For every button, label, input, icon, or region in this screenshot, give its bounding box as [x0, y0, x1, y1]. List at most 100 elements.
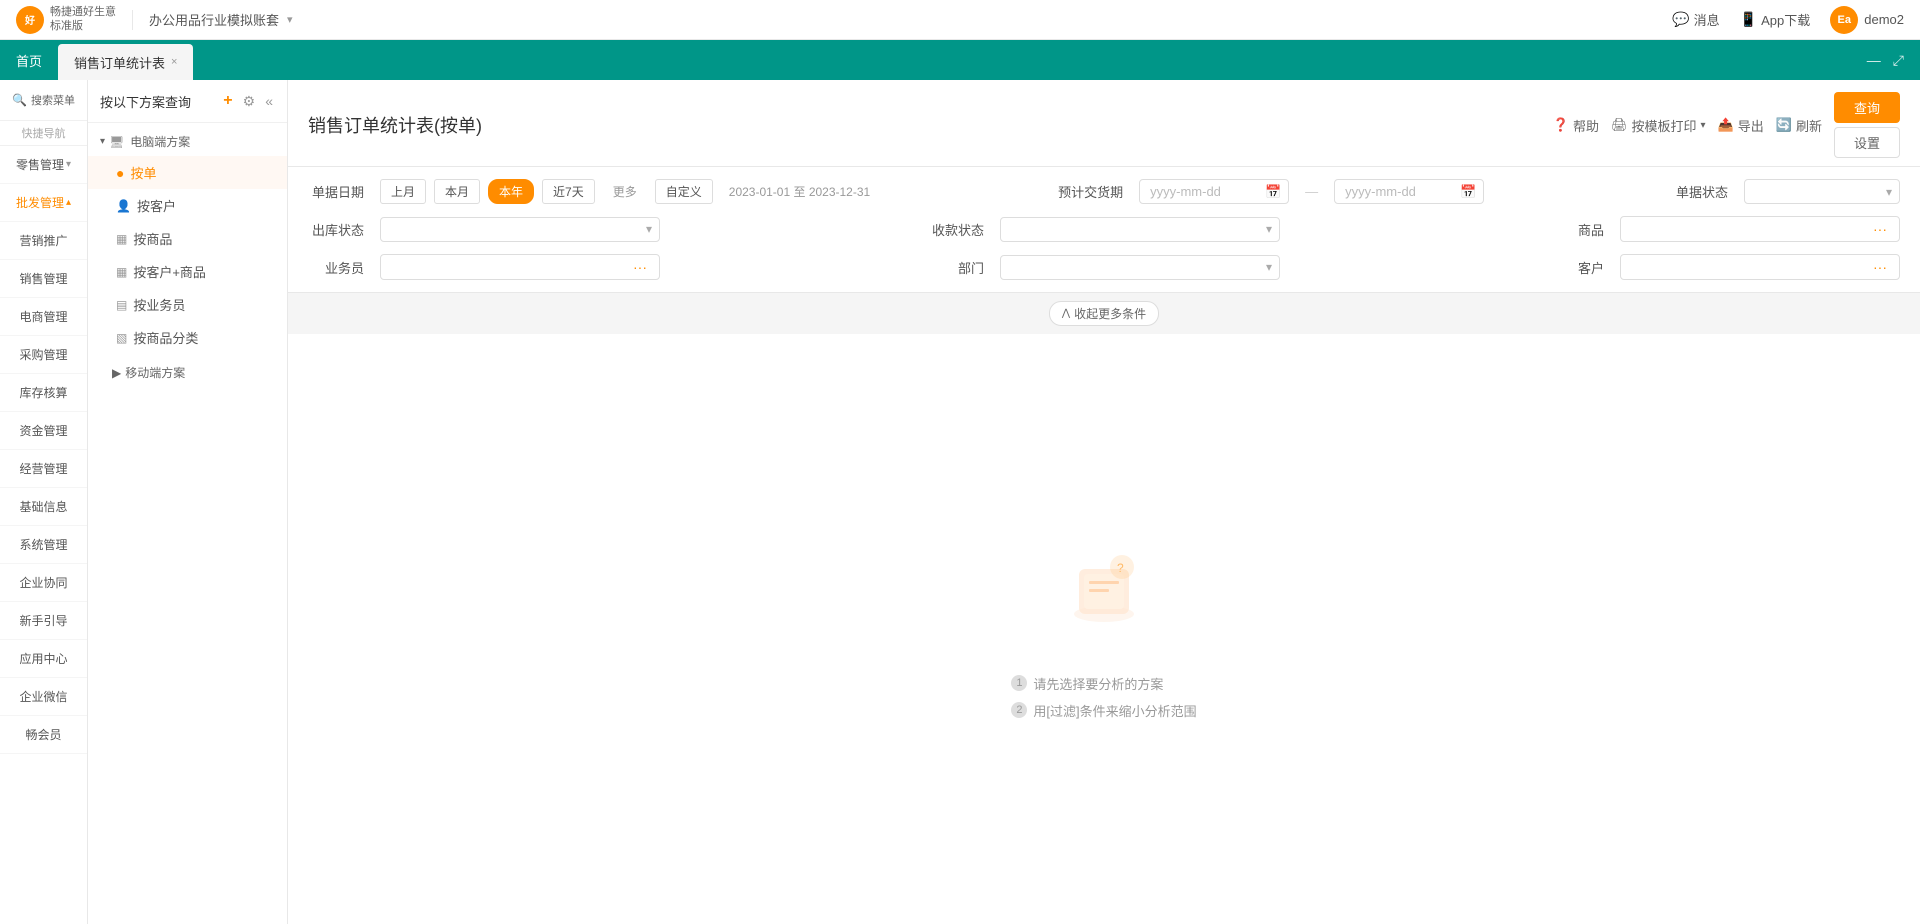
date-separator: — — [1305, 184, 1318, 199]
product-more-btn[interactable]: ··· — [1869, 221, 1891, 237]
sidebar-item-ecommerce[interactable]: 电商管理 — [0, 298, 87, 336]
search-icon: 🔍 — [12, 93, 27, 107]
msg-btn[interactable]: 💬 消息 — [1672, 10, 1719, 29]
search-menu-btn[interactable]: 🔍 搜索菜单 — [8, 88, 79, 112]
msg-icon: 💬 — [1672, 11, 1689, 28]
product-input-wrap: ··· — [1620, 216, 1900, 242]
customer-more-btn[interactable]: ··· — [1869, 259, 1891, 275]
scheme-group-pc-header[interactable]: ▾ 🖥 电脑端方案 — [88, 127, 287, 156]
combo-icon: ▦ — [116, 265, 127, 279]
sidebar-item-purchase[interactable]: 采购管理 — [0, 336, 87, 374]
scheme-panel-title: 按以下方案查询 — [100, 92, 191, 111]
date-btn-thismonth[interactable]: 本月 — [434, 179, 480, 204]
dept-select-wrap — [1000, 255, 1280, 280]
date-btn-custom[interactable]: 自定义 — [655, 179, 713, 204]
app-icon: 📱 — [1740, 11, 1757, 28]
refresh-btn[interactable]: 🔄 刷新 — [1776, 116, 1822, 135]
help-btn[interactable]: ❓ 帮助 — [1553, 116, 1599, 135]
staff-icon: ▤ — [116, 298, 127, 312]
collapse-more-btn[interactable]: ⋀ 收起更多条件 — [1049, 301, 1159, 326]
print-icon: 🖨 — [1611, 117, 1628, 133]
out-status-label: 出库状态 — [308, 220, 364, 239]
sidebar-item-basic[interactable]: 基础信息 — [0, 488, 87, 526]
expected-from-wrap: 📅 — [1139, 179, 1289, 204]
scheme-item-customer[interactable]: 👤 按客户 — [88, 189, 287, 222]
out-status-select[interactable] — [380, 217, 660, 242]
customer-label: 客户 — [1548, 258, 1604, 277]
tab-minimize-btn[interactable]: — — [1867, 52, 1881, 69]
sidebar-item-inventory[interactable]: 库存核算 — [0, 374, 87, 412]
page-title: 销售订单统计表(按单) — [308, 112, 482, 138]
salesperson-more-btn[interactable]: ··· — [629, 259, 651, 275]
salesperson-input[interactable] — [389, 260, 629, 275]
help-icon: ❓ — [1553, 117, 1569, 133]
app-download-btn[interactable]: 📱 App下载 — [1740, 10, 1811, 29]
scheme-panel: 按以下方案查询 + ⚙ « ▾ 🖥 电脑端方案 — [88, 80, 288, 924]
scheme-collapse-btn[interactable]: « — [263, 90, 275, 112]
sidebar-item-system[interactable]: 系统管理 — [0, 526, 87, 564]
circle-icon: ● — [116, 165, 124, 181]
sidebar-item-retail[interactable]: 零售管理 ▾ — [0, 146, 87, 184]
scheme-add-btn[interactable]: + — [221, 90, 234, 112]
sidebar-search-area: 🔍 搜索菜单 — [0, 80, 87, 121]
date-btn-more[interactable]: 更多 — [603, 180, 647, 203]
receipt-status-select[interactable] — [1000, 217, 1280, 242]
scheme-settings-btn[interactable]: ⚙ — [241, 90, 258, 112]
sidebar-item-newbie[interactable]: 新手引导 — [0, 602, 87, 640]
tab-home[interactable]: 首页 — [0, 40, 58, 80]
doc-status-select[interactable] — [1744, 179, 1900, 204]
customer-input[interactable] — [1629, 260, 1869, 275]
action-buttons: 查询 设置 — [1834, 92, 1900, 158]
dept-select[interactable] — [1000, 255, 1280, 280]
header-actions: ❓ 帮助 🖨 按模板打印 ▾ 📤 导出 🔄 刷新 — [1553, 92, 1900, 158]
query-btn[interactable]: 查询 — [1834, 92, 1900, 123]
scheme-item-order[interactable]: ● 按单 — [88, 156, 287, 189]
scheme-panel-actions: + ⚙ « — [221, 90, 275, 112]
empty-tips: 1 请先选择要分析的方案 2 用[过滤]条件来缩小分析范围 — [1011, 674, 1196, 720]
settings-btn[interactable]: 设置 — [1834, 127, 1900, 158]
export-btn[interactable]: 📤 导出 — [1718, 116, 1764, 135]
product-icon: ▦ — [116, 232, 127, 246]
sidebar-item-member[interactable]: 畅会员 — [0, 716, 87, 754]
logo-area: 好 畅捷通好生意 标准版 — [16, 6, 116, 34]
customer-input-wrap: ··· — [1620, 254, 1900, 280]
date-label: 单据日期 — [308, 182, 364, 201]
date-btn-last7[interactable]: 近7天 — [542, 179, 595, 204]
page-header: 销售订单统计表(按单) ❓ 帮助 🖨 按模板打印 ▾ 📤 导出 — [288, 80, 1920, 167]
scheme-panel-header: 按以下方案查询 + ⚙ « — [88, 80, 287, 123]
filter-row-3: 业务员 ··· 部门 客户 ··· — [308, 254, 1900, 280]
scheme-group-mobile-header[interactable]: ▶ 移动端方案 — [88, 358, 287, 387]
sidebar-item-operations[interactable]: 经营管理 — [0, 450, 87, 488]
empty-tip-1: 1 请先选择要分析的方案 — [1011, 674, 1196, 693]
product-label: 商品 — [1548, 220, 1604, 239]
sidebar-item-appcenter[interactable]: 应用中心 — [0, 640, 87, 678]
sidebar-item-finance[interactable]: 资金管理 — [0, 412, 87, 450]
date-btn-thisyear[interactable]: 本年 — [488, 179, 534, 204]
scheme-item-product[interactable]: ▦ 按商品 — [88, 222, 287, 255]
date-btn-lastmonth[interactable]: 上月 — [380, 179, 426, 204]
empty-tip-2: 2 用[过滤]条件来缩小分析范围 — [1011, 701, 1196, 720]
user-menu[interactable]: Ea demo2 — [1830, 6, 1904, 34]
tip-2-num: 2 — [1011, 702, 1027, 718]
scheme-item-product-category[interactable]: ▧ 按商品分类 — [88, 321, 287, 354]
top-title-arrow[interactable]: ▾ — [287, 13, 293, 26]
sidebar-item-enterprise[interactable]: 企业协同 — [0, 564, 87, 602]
scheme-item-customer-product[interactable]: ▦ 按客户+商品 — [88, 255, 287, 288]
print-btn[interactable]: 🖨 按模板打印 ▾ — [1611, 116, 1706, 135]
product-input[interactable] — [1629, 222, 1869, 237]
calendar-to-icon: 📅 — [1460, 184, 1476, 200]
tab-maximize-btn[interactable]: ⤢ — [1893, 52, 1904, 69]
empty-illustration: ? — [1054, 539, 1154, 658]
sidebar-item-marketing[interactable]: 营销推广 — [0, 222, 87, 260]
sidebar-item-wxwork[interactable]: 企业微信 — [0, 678, 87, 716]
main-content: 销售订单统计表(按单) ❓ 帮助 🖨 按模板打印 ▾ 📤 导出 — [288, 80, 1920, 924]
avatar: Ea — [1830, 6, 1858, 34]
sidebar-item-sales[interactable]: 销售管理 — [0, 260, 87, 298]
scheme-item-salesperson[interactable]: ▤ 按业务员 — [88, 288, 287, 321]
sidebar-item-wholesale[interactable]: 批发管理 ▴ — [0, 184, 87, 222]
tab-close-icon[interactable]: × — [171, 56, 177, 68]
export-icon: 📤 — [1718, 117, 1734, 133]
out-status-select-wrap — [380, 217, 660, 242]
collapse-bar: ⋀ 收起更多条件 — [288, 293, 1920, 334]
tab-active[interactable]: 销售订单统计表 × — [58, 44, 193, 80]
